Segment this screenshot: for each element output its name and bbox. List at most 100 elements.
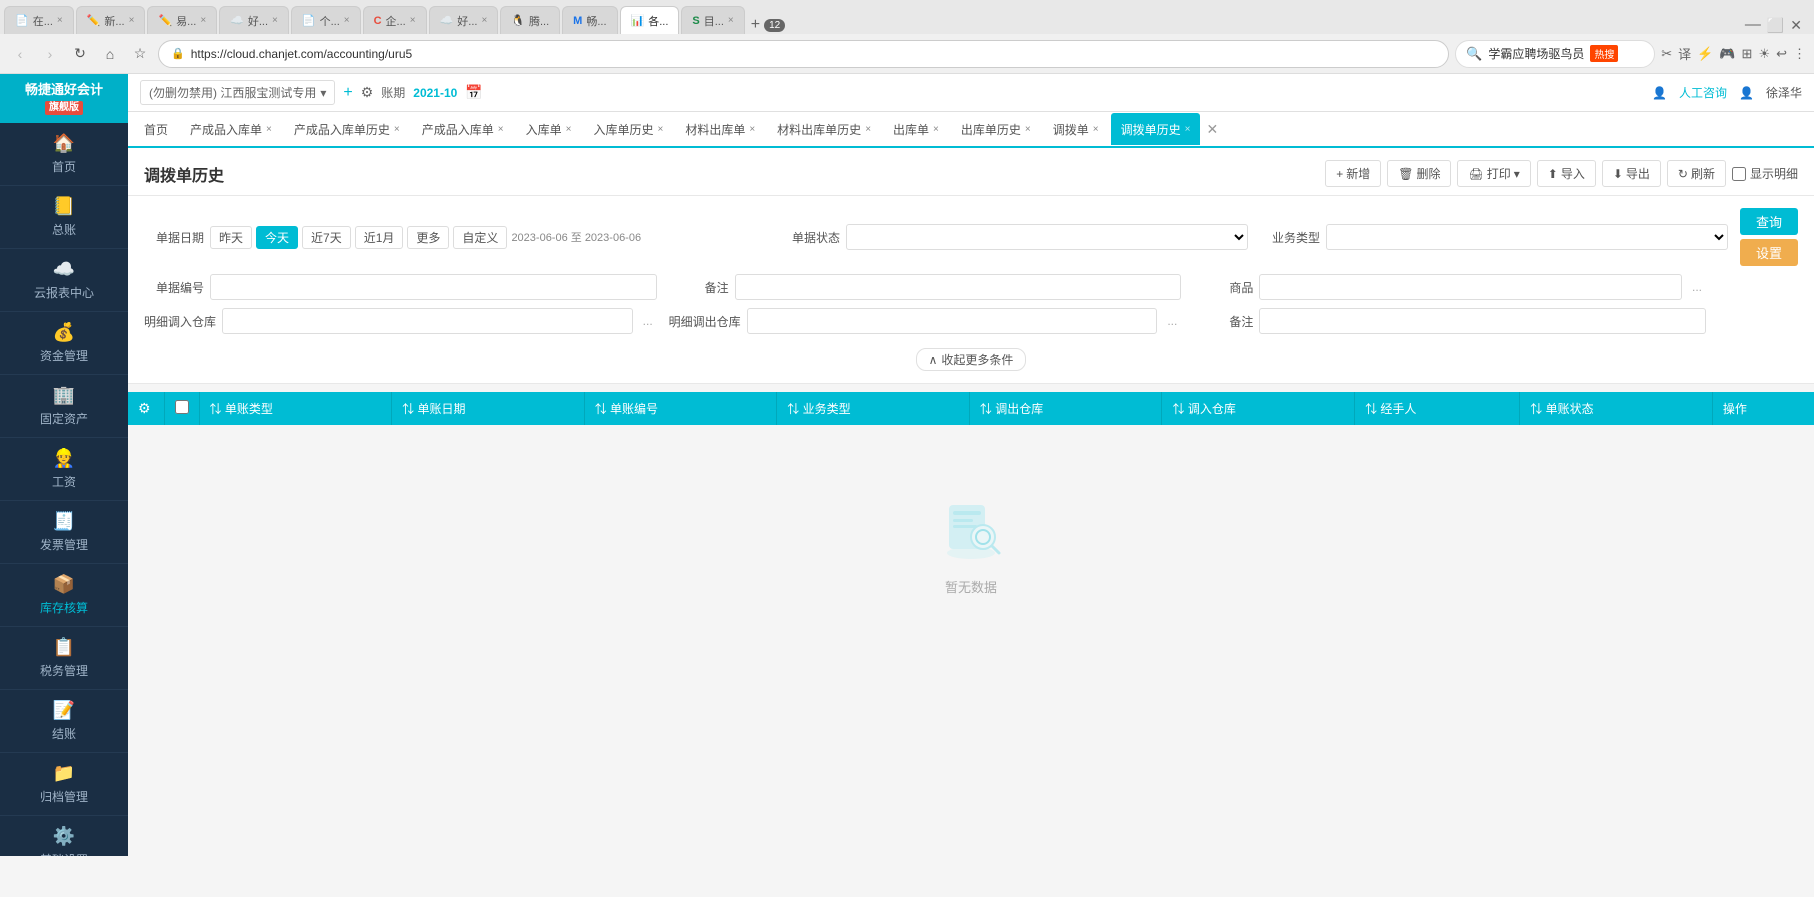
import-btn[interactable]: ⬆ 导入	[1537, 160, 1596, 187]
service-label[interactable]: 人工咨询	[1679, 84, 1727, 101]
close-btn[interactable]: ✕	[1790, 17, 1802, 34]
app-tab-1[interactable]: 产成品入库单 ×	[180, 113, 282, 145]
browser-tab-10[interactable]: 📊 各...	[620, 6, 680, 34]
search-btn[interactable]: 查询	[1740, 208, 1798, 235]
sidebar-item-settings[interactable]: ⚙️ 基础设置	[0, 816, 128, 856]
sort-no-icon[interactable]: ⇅	[595, 402, 607, 416]
browser-tab-9[interactable]: M 畅...	[562, 6, 617, 34]
sidebar-item-cloud-report[interactable]: ☁️ 云报表中心	[0, 249, 128, 312]
th-check[interactable]	[164, 392, 199, 425]
tab6-close[interactable]: ×	[749, 124, 755, 135]
tab-close-5[interactable]: ×	[344, 15, 350, 26]
sidebar-item-assets[interactable]: 🏢 固定资产	[0, 375, 128, 438]
sidebar-item-archive[interactable]: 📁 归档管理	[0, 753, 128, 816]
browser-tab-3[interactable]: ✏️ 易... ×	[147, 6, 217, 34]
from-warehouse-picker-btn[interactable]: ...	[639, 314, 657, 328]
tab5-close[interactable]: ×	[657, 124, 663, 135]
browser-tab-2[interactable]: ✏️ 新... ×	[76, 6, 146, 34]
maximize-btn[interactable]: ⬜	[1767, 17, 1784, 34]
remark-input[interactable]	[735, 274, 1182, 300]
app-tab-5[interactable]: 入库单历史 ×	[583, 113, 673, 145]
select-all-checkbox[interactable]	[175, 400, 189, 414]
back-btn[interactable]: ‹	[8, 42, 32, 66]
tab2-close[interactable]: ×	[394, 124, 400, 135]
tab10-close[interactable]: ×	[1093, 124, 1099, 135]
sidebar-item-invoice[interactable]: 🧾 发票管理	[0, 501, 128, 564]
new-tab-btn[interactable]: +	[751, 16, 760, 34]
browser-tab-8[interactable]: 🐧 腾...	[500, 6, 560, 34]
browser-tab-4[interactable]: ☁️ 好... ×	[219, 6, 289, 34]
app-tab-9[interactable]: 出库单历史 ×	[951, 113, 1041, 145]
setting-btn[interactable]: 设置	[1740, 239, 1798, 266]
status-select[interactable]	[846, 224, 1248, 250]
browser-tab-1[interactable]: 📄 在... ×	[4, 6, 74, 34]
sidebar-logo[interactable]: 畅捷通好会计 旗舰版	[0, 74, 128, 123]
sort-to-icon[interactable]: ⇅	[1172, 402, 1184, 416]
sort-from-icon[interactable]: ⇅	[980, 402, 992, 416]
tab-close-11[interactable]: ×	[728, 15, 734, 26]
sidebar-item-tax[interactable]: 📋 税务管理	[0, 627, 128, 690]
app-tab-3[interactable]: 产成品入库单 ×	[412, 113, 514, 145]
date-custom[interactable]: 自定义	[453, 226, 507, 249]
sidebar-item-inventory[interactable]: 📦 库存核算	[0, 564, 128, 627]
sort-icon[interactable]: ⇅	[210, 402, 222, 416]
note-input[interactable]	[1259, 308, 1706, 334]
app-tab-6[interactable]: 材料出库单 ×	[675, 113, 765, 145]
tab-close-7[interactable]: ×	[481, 15, 487, 26]
date-yesterday[interactable]: 昨天	[210, 226, 252, 249]
tab-close-6[interactable]: ×	[410, 15, 416, 26]
tab7-close[interactable]: ×	[865, 124, 871, 135]
sidebar-item-home[interactable]: 🏠 首页	[0, 123, 128, 186]
browser-tab-11[interactable]: S 目... ×	[681, 6, 744, 34]
export-btn[interactable]: ⬇ 导出	[1602, 160, 1661, 187]
print-btn[interactable]: 🖨 打印 ▾	[1457, 160, 1530, 187]
menu-btn[interactable]: ⋮	[1793, 46, 1806, 62]
new-btn[interactable]: + 新增	[1325, 160, 1381, 187]
company-selector[interactable]: (勿删勿禁用) 江西服宝测试专用 ▾	[140, 80, 335, 105]
show-full-checkbox[interactable]	[1732, 167, 1746, 181]
tab-close-3[interactable]: ×	[200, 15, 206, 26]
app-tab-8[interactable]: 出库单 ×	[883, 113, 949, 145]
tab4-close[interactable]: ×	[566, 124, 572, 135]
browser-tab-5[interactable]: 📄 个... ×	[291, 6, 361, 34]
date-7days[interactable]: 近7天	[302, 226, 351, 249]
add-company-btn[interactable]: +	[343, 84, 352, 102]
type-select[interactable]	[1326, 224, 1728, 250]
tab3-close[interactable]: ×	[498, 124, 504, 135]
calendar-icon[interactable]: 📅	[465, 84, 482, 101]
sort-handler-icon[interactable]: ⇅	[1365, 402, 1377, 416]
refresh-btn[interactable]: ↻ 刷新	[1667, 160, 1726, 187]
app-tab-4[interactable]: 入库单 ×	[516, 113, 582, 145]
sidebar-item-salary[interactable]: 👷 工资	[0, 438, 128, 501]
browser-tab-7[interactable]: ☁️ 好... ×	[429, 6, 499, 34]
tab-close-1[interactable]: ×	[57, 15, 63, 26]
goods-input[interactable]	[1259, 274, 1682, 300]
date-today[interactable]: 今天	[256, 226, 298, 249]
tab11-close[interactable]: ×	[1185, 124, 1191, 135]
tab-close-all-icon[interactable]: ✕	[1206, 121, 1218, 138]
refresh-browser-btn[interactable]: ↻	[68, 42, 92, 66]
sort-biz-icon[interactable]: ⇅	[787, 402, 799, 416]
sidebar-item-funds[interactable]: 💰 资金管理	[0, 312, 128, 375]
username[interactable]: 徐泽华	[1766, 84, 1802, 101]
delete-btn[interactable]: 🗑 删除	[1387, 160, 1451, 187]
collapse-btn[interactable]: ∧ 收起更多条件	[916, 348, 1027, 371]
home-btn[interactable]: ⌂	[98, 42, 122, 66]
sort-status-icon[interactable]: ⇅	[1530, 402, 1542, 416]
from-warehouse-input[interactable]	[222, 308, 633, 334]
browser-tab-6[interactable]: C 企... ×	[363, 6, 427, 34]
minimize-btn[interactable]: —	[1745, 16, 1761, 34]
th-gear[interactable]: ⚙	[128, 392, 164, 425]
sidebar-item-close[interactable]: 📝 结账	[0, 690, 128, 753]
tab9-close[interactable]: ×	[1025, 124, 1031, 135]
app-tab-2[interactable]: 产成品入库单历史 ×	[284, 113, 410, 145]
tab-close-2[interactable]: ×	[129, 15, 135, 26]
tab-close-4[interactable]: ×	[272, 15, 278, 26]
app-tab-home[interactable]: 首页	[134, 113, 178, 145]
tab1-close[interactable]: ×	[266, 124, 272, 135]
address-bar[interactable]: 🔒 https://cloud.chanjet.com/accounting/u…	[158, 40, 1449, 68]
app-tab-7[interactable]: 材料出库单历史 ×	[767, 113, 881, 145]
doc-no-input[interactable]	[210, 274, 657, 300]
forward-btn[interactable]: ›	[38, 42, 62, 66]
date-1month[interactable]: 近1月	[355, 226, 404, 249]
